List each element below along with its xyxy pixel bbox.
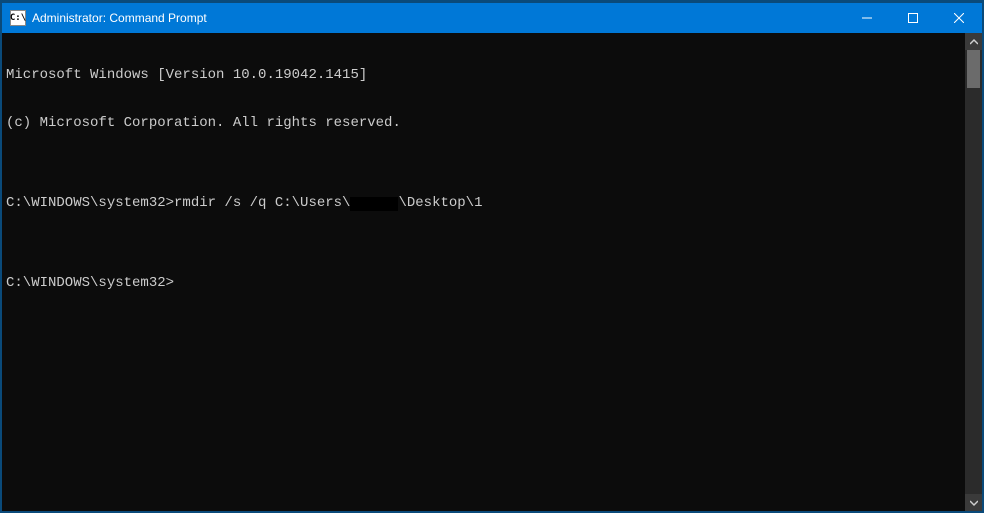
minimize-icon bbox=[862, 13, 872, 23]
minimize-button[interactable] bbox=[844, 3, 890, 33]
prompt-text: \Desktop\1 bbox=[398, 195, 482, 211]
chevron-up-icon bbox=[970, 38, 978, 46]
command-prompt-window: C:\ Administrator: Command Prompt Micros… bbox=[0, 0, 984, 513]
scroll-thumb[interactable] bbox=[967, 50, 980, 88]
close-icon bbox=[954, 13, 964, 23]
client-area: Microsoft Windows [Version 10.0.19042.14… bbox=[2, 33, 982, 511]
maximize-button[interactable] bbox=[890, 3, 936, 33]
output-line: C:\WINDOWS\system32>rmdir /s /q C:\Users… bbox=[6, 195, 961, 211]
prompt-text: C:\WINDOWS\system32>rmdir /s /q C:\Users… bbox=[6, 195, 350, 211]
scroll-down-button[interactable] bbox=[965, 494, 982, 511]
close-button[interactable] bbox=[936, 3, 982, 33]
titlebar[interactable]: C:\ Administrator: Command Prompt bbox=[2, 3, 982, 33]
vertical-scrollbar[interactable] bbox=[965, 33, 982, 511]
output-line: Microsoft Windows [Version 10.0.19042.14… bbox=[6, 67, 961, 83]
scroll-up-button[interactable] bbox=[965, 33, 982, 50]
terminal-output[interactable]: Microsoft Windows [Version 10.0.19042.14… bbox=[2, 33, 965, 511]
window-title: Administrator: Command Prompt bbox=[32, 11, 207, 25]
output-line: C:\WINDOWS\system32> bbox=[6, 275, 961, 291]
app-icon: C:\ bbox=[10, 10, 26, 26]
maximize-icon bbox=[908, 13, 918, 23]
redacted-username bbox=[350, 197, 398, 211]
output-line: (c) Microsoft Corporation. All rights re… bbox=[6, 115, 961, 131]
chevron-down-icon bbox=[970, 499, 978, 507]
